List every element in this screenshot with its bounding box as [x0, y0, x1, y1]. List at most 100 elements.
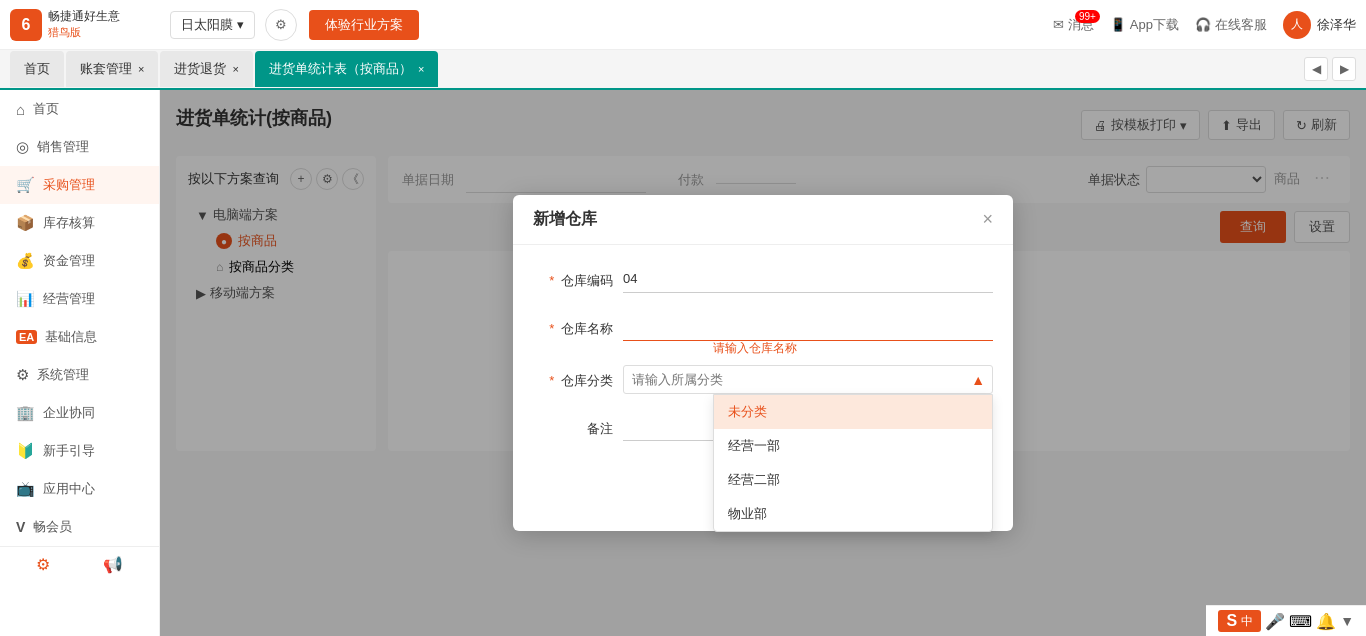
sidebar-item-member[interactable]: V 畅会员 — [0, 508, 159, 546]
sidebar-label-operation: 经营管理 — [43, 290, 95, 308]
store-dropdown-icon: ▾ — [237, 17, 244, 32]
sidebar-footer: ⚙ 📢 — [0, 546, 159, 582]
tab-bar: 首页 账套管理 × 进货退货 × 进货单统计表（按商品） × ◀ ▶ — [0, 50, 1366, 90]
sidebar-label-home: 首页 — [33, 100, 59, 118]
form-row-name: * 仓库名称 请输入仓库名称 — [533, 313, 993, 345]
sidebar-item-basic[interactable]: EA 基础信息 — [0, 318, 159, 356]
app-download-button[interactable]: 📱 App下载 — [1110, 16, 1179, 34]
sidebar-label-finance: 资金管理 — [43, 252, 95, 270]
guide-icon: 🔰 — [16, 442, 35, 460]
sidebar-item-sales[interactable]: ◎ 销售管理 — [0, 128, 159, 166]
system-icon: ⚙ — [16, 366, 29, 384]
note-label: 备注 — [533, 413, 623, 445]
operation-icon: 📊 — [16, 290, 35, 308]
brand-s-icon: S — [1226, 612, 1237, 630]
code-label: * 仓库编码 — [533, 265, 623, 297]
form-row-category: * 仓库分类 ▲ 未分类 经 — [533, 365, 993, 397]
sales-icon: ◎ — [16, 138, 29, 156]
basic-icon: EA — [16, 330, 37, 344]
experience-button[interactable]: 体验行业方案 — [309, 10, 419, 40]
logo-sub: 猎鸟版 — [48, 25, 120, 40]
name-input[interactable] — [623, 313, 993, 341]
sidebar-item-home[interactable]: ⌂ 首页 — [0, 90, 159, 128]
name-error-message: 请输入仓库名称 — [713, 340, 797, 357]
accounts-tab-label: 账套管理 — [80, 60, 132, 78]
code-input[interactable] — [623, 265, 993, 293]
sidebar-item-purchase[interactable]: 🛒 采购管理 — [0, 166, 159, 204]
top-right: ✉ 消息 99+ 📱 App下载 🎧 在线客服 人 徐泽华 — [1053, 11, 1356, 39]
tab-stats[interactable]: 进货单统计表（按商品） × — [255, 51, 438, 87]
inventory-icon: 📦 — [16, 214, 35, 232]
home-icon: ⌂ — [16, 101, 25, 118]
sidebar-item-operation[interactable]: 📊 经营管理 — [0, 280, 159, 318]
store-selector[interactable]: 日太阳膜 ▾ — [170, 11, 255, 39]
keyboard-icon[interactable]: ⌨ — [1289, 612, 1312, 631]
message-button[interactable]: ✉ 消息 99+ — [1053, 16, 1094, 34]
sidebar-item-guide[interactable]: 🔰 新手引导 — [0, 432, 159, 470]
modal-close-button[interactable]: × — [982, 209, 993, 230]
avatar: 人 — [1283, 11, 1311, 39]
status-bar: S 中 🎤 ⌨ 🔔 ▼ — [1206, 605, 1366, 636]
phone-icon: 📱 — [1110, 17, 1126, 32]
dropdown-item-none[interactable]: 未分类 — [714, 395, 992, 429]
sidebar-speaker-icon[interactable]: 📢 — [103, 555, 123, 574]
brand-label: 中 — [1241, 613, 1253, 630]
return-tab-label: 进货退货 — [174, 60, 226, 78]
logo-area: 6 畅捷通好生意 猎鸟版 — [10, 9, 160, 41]
content-area: 进货单统计(按商品) 🖨 按模板打印 ▾ ⬆ 导出 ↻ 刷新 — [160, 90, 1366, 636]
store-name: 日太阳膜 — [181, 16, 233, 34]
message-icon: ✉ — [1053, 17, 1064, 32]
sidebar-label-appcenter: 应用中心 — [43, 480, 95, 498]
modal-title: 新增仓库 — [533, 209, 597, 230]
user-name: 徐泽华 — [1317, 16, 1356, 34]
category-dropdown: 未分类 经营一部 经营二部 物业部 — [713, 394, 993, 532]
sidebar-item-enterprise[interactable]: 🏢 企业协同 — [0, 394, 159, 432]
sidebar-item-system[interactable]: ⚙ 系统管理 — [0, 356, 159, 394]
mic-icon[interactable]: 🎤 — [1265, 612, 1285, 631]
tab-home[interactable]: 首页 — [10, 51, 64, 87]
sidebar-label-basic: 基础信息 — [45, 328, 97, 346]
modal-new-warehouse: 新增仓库 × * 仓库编码 * — [513, 195, 1013, 531]
tab-return[interactable]: 进货退货 × — [160, 51, 252, 87]
sidebar-label-system: 系统管理 — [37, 366, 89, 384]
tab-accounts[interactable]: 账套管理 × — [66, 51, 158, 87]
modal-body: * 仓库编码 * 仓库名称 请输入仓库名称 — [513, 245, 1013, 471]
tab-nav-buttons: ◀ ▶ — [1304, 57, 1356, 81]
enterprise-icon: 🏢 — [16, 404, 35, 422]
member-icon: V — [16, 519, 25, 535]
tab-next-button[interactable]: ▶ — [1332, 57, 1356, 81]
sidebar-label-sales: 销售管理 — [37, 138, 89, 156]
sidebar-item-inventory[interactable]: 📦 库存核算 — [0, 204, 159, 242]
top-actions: ⚙ 体验行业方案 — [265, 9, 419, 41]
accounts-tab-close[interactable]: × — [138, 63, 144, 75]
modal-overlay[interactable]: 新增仓库 × * 仓库编码 * — [160, 90, 1366, 636]
stats-tab-close[interactable]: × — [418, 63, 424, 75]
online-service-button[interactable]: 🎧 在线客服 — [1195, 16, 1267, 34]
settings-button[interactable]: ⚙ — [265, 9, 297, 41]
category-label: * 仓库分类 — [533, 365, 623, 397]
finance-icon: 💰 — [16, 252, 35, 270]
category-input[interactable] — [623, 365, 993, 394]
main-layout: ⌂ 首页 ◎ 销售管理 🛒 采购管理 📦 库存核算 💰 资金管理 📊 经营管理 … — [0, 90, 1366, 636]
dropdown-item-ops2[interactable]: 经营二部 — [714, 463, 992, 497]
home-tab-label: 首页 — [24, 60, 50, 78]
sidebar-label-purchase: 采购管理 — [43, 176, 95, 194]
category-dropdown-icon[interactable]: ▲ — [971, 372, 985, 388]
purchase-icon: 🛒 — [16, 176, 35, 194]
sidebar-settings-icon[interactable]: ⚙ — [36, 555, 50, 574]
dropdown-item-property[interactable]: 物业部 — [714, 497, 992, 531]
bell-icon[interactable]: 🔔 — [1316, 612, 1336, 631]
dropdown-item-ops1[interactable]: 经营一部 — [714, 429, 992, 463]
sidebar: ⌂ 首页 ◎ 销售管理 🛒 采购管理 📦 库存核算 💰 资金管理 📊 经营管理 … — [0, 90, 160, 636]
logo-text: 畅捷通好生意 — [48, 9, 120, 25]
tab-prev-button[interactable]: ◀ — [1304, 57, 1328, 81]
form-row-code: * 仓库编码 — [533, 265, 993, 297]
logo-icon: 6 — [10, 9, 42, 41]
arrow-down-icon[interactable]: ▼ — [1340, 613, 1354, 629]
return-tab-close[interactable]: × — [232, 63, 238, 75]
sidebar-label-guide: 新手引导 — [43, 442, 95, 460]
message-badge: 99+ — [1075, 10, 1100, 23]
sidebar-item-appcenter[interactable]: 📺 应用中心 — [0, 470, 159, 508]
user-area[interactable]: 人 徐泽华 — [1283, 11, 1356, 39]
sidebar-item-finance[interactable]: 💰 资金管理 — [0, 242, 159, 280]
